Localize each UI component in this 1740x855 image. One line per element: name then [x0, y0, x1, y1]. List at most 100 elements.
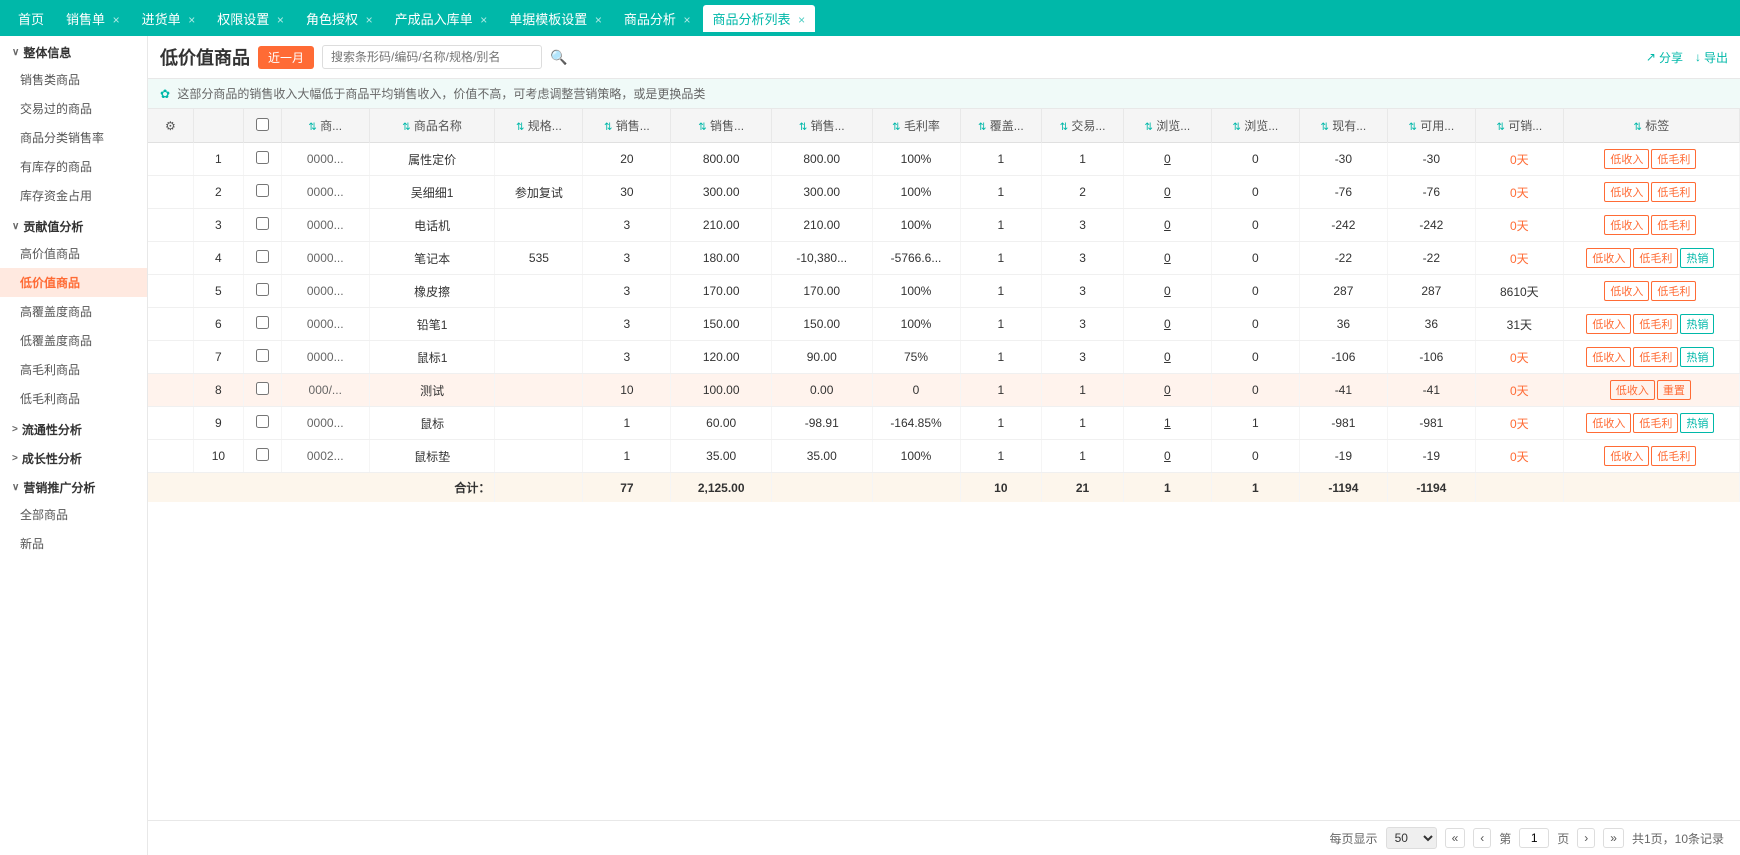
browse-link[interactable]: 0 — [1164, 185, 1171, 199]
col-coverage-header[interactable]: ⇅ 覆盖... — [960, 109, 1042, 143]
search-icon[interactable]: 🔍 — [550, 49, 567, 66]
cell-browse1[interactable]: 0 — [1123, 176, 1211, 209]
col-gross-header[interactable]: ⇅ 毛利率 — [872, 109, 960, 143]
col-spec-header[interactable]: ⇅ 规格... — [495, 109, 583, 143]
browse-link[interactable]: 0 — [1164, 152, 1171, 166]
nav-goods-list[interactable]: 商品分析列表 × — [703, 5, 816, 32]
sidebar-group-circulation[interactable]: > 流通性分析 — [0, 413, 147, 442]
cell-browse1[interactable]: 1 — [1123, 407, 1211, 440]
nav-permission[interactable]: 权限设置 × — [207, 5, 294, 32]
cell-check[interactable] — [244, 275, 282, 308]
row-checkbox[interactable] — [256, 283, 269, 296]
row-checkbox[interactable] — [256, 316, 269, 329]
cell-browse1[interactable]: 0 — [1123, 341, 1211, 374]
browse-link[interactable]: 0 — [1164, 449, 1171, 463]
col-browse1-header[interactable]: ⇅ 浏览... — [1123, 109, 1211, 143]
share-button[interactable]: ↗ 分享 — [1646, 49, 1683, 66]
cell-check[interactable] — [244, 440, 282, 473]
row-checkbox[interactable] — [256, 415, 269, 428]
col-sellable-header[interactable]: ⇅ 可销... — [1475, 109, 1563, 143]
cell-browse1[interactable]: 0 — [1123, 275, 1211, 308]
nav-purchase[interactable]: 进货单 × — [132, 5, 206, 32]
sidebar-item-has-stock[interactable]: 有库存的商品 — [0, 152, 147, 181]
col-sale-qty-header[interactable]: ⇅ 销售... — [583, 109, 671, 143]
sidebar-item-high-coverage[interactable]: 高覆盖度商品 — [0, 297, 147, 326]
next-page-btn[interactable]: › — [1577, 828, 1595, 848]
col-sale-amount-header[interactable]: ⇅ 销售... — [771, 109, 872, 143]
sidebar-group-marketing[interactable]: ∨ 营销推广分析 — [0, 471, 147, 500]
col-trade-header[interactable]: ⇅ 交易... — [1042, 109, 1124, 143]
cell-check[interactable] — [244, 242, 282, 275]
col-stock-avail-header[interactable]: ⇅ 可用... — [1387, 109, 1475, 143]
export-button[interactable]: ↓ 导出 — [1695, 49, 1728, 66]
sidebar-item-low-profit[interactable]: 低毛利商品 — [0, 384, 147, 413]
browse-link[interactable]: 1 — [1164, 416, 1171, 430]
sidebar-item-high-profit[interactable]: 高毛利商品 — [0, 355, 147, 384]
col-browse2-header[interactable]: ⇅ 浏览... — [1211, 109, 1299, 143]
browse-link[interactable]: 0 — [1164, 251, 1171, 265]
cell-browse1[interactable]: 0 — [1123, 143, 1211, 176]
nav-template[interactable]: 单据模板设置 × — [499, 5, 612, 32]
nav-sales[interactable]: 销售单 × — [56, 5, 130, 32]
browse-link[interactable]: 0 — [1164, 317, 1171, 331]
col-name-header[interactable]: ⇅ 商品名称 — [369, 109, 495, 143]
cell-tags: 低收入低毛利热销 — [1563, 407, 1739, 440]
cell-browse1[interactable]: 0 — [1123, 440, 1211, 473]
cell-browse1[interactable]: 0 — [1123, 209, 1211, 242]
sidebar-item-low-value[interactable]: 低价值商品 — [0, 268, 147, 297]
page-num-input[interactable] — [1519, 828, 1549, 848]
cell-browse1[interactable]: 0 — [1123, 308, 1211, 341]
cell-check[interactable] — [244, 176, 282, 209]
table-wrapper[interactable]: ⚙ ⇅ 商... ⇅ 商品名称 ⇅ 规格... ⇅ 销售... ⇅ 销售... … — [148, 109, 1740, 820]
row-checkbox[interactable] — [256, 151, 269, 164]
cell-check[interactable] — [244, 209, 282, 242]
page-size-select[interactable]: 50 100 200 — [1386, 827, 1437, 849]
nav-product-in[interactable]: 产成品入库单 × — [385, 5, 498, 32]
row-checkbox[interactable] — [256, 349, 269, 362]
sidebar-item-stock-fund[interactable]: 库存资金占用 — [0, 181, 147, 210]
row-checkbox[interactable] — [256, 184, 269, 197]
nav-role[interactable]: 角色授权 × — [296, 5, 383, 32]
sidebar-group-growth[interactable]: > 成长性分析 — [0, 442, 147, 471]
cell-browse1[interactable]: 0 — [1123, 374, 1211, 407]
sidebar-item-new-goods[interactable]: 新品 — [0, 529, 147, 558]
prev-page-btn[interactable]: ‹ — [1473, 828, 1491, 848]
col-sale-price-header[interactable]: ⇅ 销售... — [671, 109, 772, 143]
cell-check[interactable] — [244, 374, 282, 407]
browse-link[interactable]: 0 — [1164, 383, 1171, 397]
sidebar-item-high-value[interactable]: 高价值商品 — [0, 239, 147, 268]
sidebar-group-overall[interactable]: ∨ 整体信息 — [0, 36, 147, 65]
cell-check[interactable] — [244, 308, 282, 341]
last-page-btn[interactable]: » — [1603, 828, 1624, 848]
sidebar-group-contribution[interactable]: ∨ 贡献值分析 — [0, 210, 147, 239]
col-stock-cur-header[interactable]: ⇅ 现有... — [1299, 109, 1387, 143]
col-check-header[interactable] — [244, 109, 282, 143]
sidebar-item-traded[interactable]: 交易过的商品 — [0, 94, 147, 123]
cell-check[interactable] — [244, 407, 282, 440]
nav-home[interactable]: 首页 — [8, 5, 54, 32]
nav-goods-analysis[interactable]: 商品分析 × — [614, 5, 701, 32]
cell-check[interactable] — [244, 341, 282, 374]
cell-spec — [495, 440, 583, 473]
cell-check[interactable] — [244, 143, 282, 176]
col-settings-header[interactable]: ⚙ — [148, 109, 193, 143]
browse-link[interactable]: 0 — [1164, 350, 1171, 364]
search-input[interactable] — [322, 45, 542, 69]
select-all-checkbox[interactable] — [256, 118, 269, 131]
sidebar-item-sales-goods[interactable]: 销售类商品 — [0, 65, 147, 94]
cell-sale-amount: 35.00 — [771, 440, 872, 473]
browse-link[interactable]: 0 — [1164, 218, 1171, 232]
row-checkbox[interactable] — [256, 448, 269, 461]
row-checkbox[interactable] — [256, 382, 269, 395]
filter-button[interactable]: 近一月 — [258, 46, 314, 69]
first-page-btn[interactable]: « — [1445, 828, 1466, 848]
sidebar-item-category-rate[interactable]: 商品分类销售率 — [0, 123, 147, 152]
sidebar-item-all-goods[interactable]: 全部商品 — [0, 500, 147, 529]
col-code-header[interactable]: ⇅ 商... — [281, 109, 369, 143]
row-checkbox[interactable] — [256, 217, 269, 230]
browse-link[interactable]: 0 — [1164, 284, 1171, 298]
row-checkbox[interactable] — [256, 250, 269, 263]
cell-browse1[interactable]: 0 — [1123, 242, 1211, 275]
sidebar-item-low-coverage[interactable]: 低覆盖度商品 — [0, 326, 147, 355]
col-tags-header[interactable]: ⇅ 标签 — [1563, 109, 1739, 143]
